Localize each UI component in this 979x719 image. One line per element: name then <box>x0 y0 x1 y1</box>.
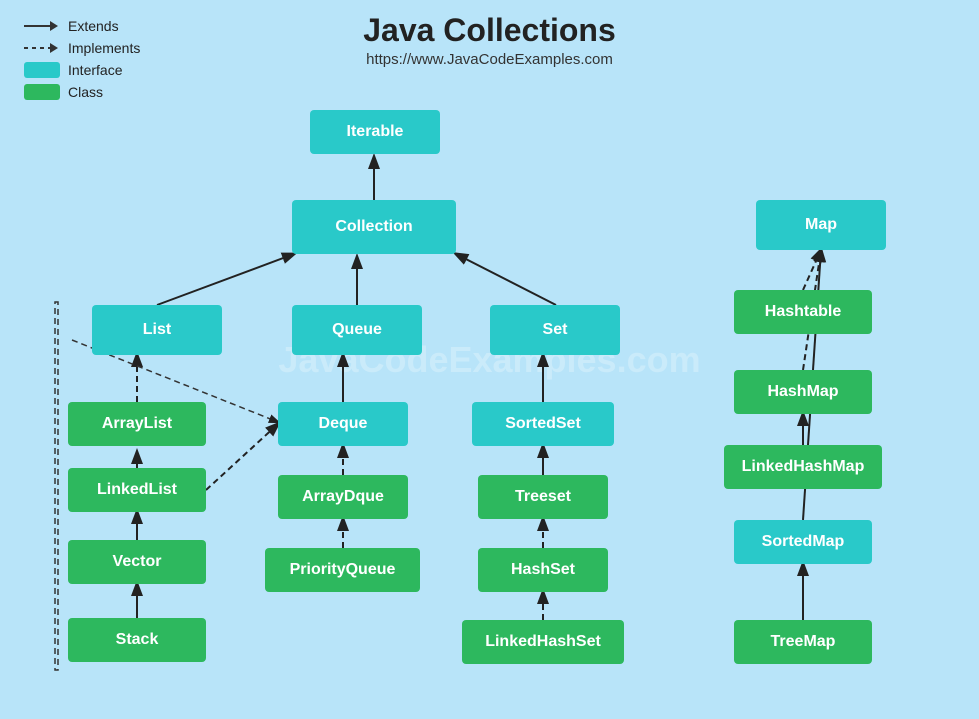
legend-extends: Extends <box>24 18 140 34</box>
node-treeset: Treeset <box>478 475 608 519</box>
node-stack-label: Stack <box>116 631 159 649</box>
node-hashtable-label: Hashtable <box>765 303 841 321</box>
page-subtitle: https://www.JavaCodeExamples.com <box>0 51 979 68</box>
interface-label: Interface <box>68 62 122 78</box>
node-iterable: Iterable <box>310 110 440 154</box>
node-vector-label: Vector <box>113 553 162 571</box>
node-map: Map <box>756 200 886 250</box>
node-deque-label: Deque <box>319 415 368 433</box>
legend: Extends Implements Interface Class <box>24 18 140 106</box>
node-linkedlist-label: LinkedList <box>97 481 177 499</box>
node-sortedset: SortedSet <box>472 402 614 446</box>
node-queue: Queue <box>292 305 422 355</box>
node-queue-label: Queue <box>332 321 382 339</box>
implements-icon <box>24 40 60 56</box>
legend-class: Class <box>24 84 140 100</box>
node-hashset-label: HashSet <box>511 561 575 579</box>
page-container: Extends Implements Interface Class Java … <box>0 0 979 719</box>
node-list-label: List <box>143 321 171 339</box>
interface-color-icon <box>24 62 60 78</box>
node-linkedlist: LinkedList <box>68 468 206 512</box>
node-list: List <box>92 305 222 355</box>
node-hashtable: Hashtable <box>734 290 872 334</box>
node-priorityqueue-label: PriorityQueue <box>290 561 396 579</box>
node-treemap-label: TreeMap <box>771 633 836 651</box>
node-arraydque-label: ArrayDque <box>302 488 384 506</box>
node-hashmap: HashMap <box>734 370 872 414</box>
node-deque: Deque <box>278 402 408 446</box>
node-arraylist: ArrayList <box>68 402 206 446</box>
implements-label: Implements <box>68 40 140 56</box>
legend-implements: Implements <box>24 40 140 56</box>
node-stack: Stack <box>68 618 206 662</box>
node-treemap: TreeMap <box>734 620 872 664</box>
header: Java Collections https://www.JavaCodeExa… <box>0 0 979 68</box>
node-linkedhashset-label: LinkedHashSet <box>485 633 601 651</box>
legend-interface: Interface <box>24 62 140 78</box>
node-sortedmap-label: SortedMap <box>762 533 845 551</box>
node-sortedmap: SortedMap <box>734 520 872 564</box>
node-treeset-label: Treeset <box>515 488 571 506</box>
node-linkedhashset: LinkedHashSet <box>462 620 624 664</box>
node-linkedhashmap-label: LinkedHashMap <box>742 458 865 476</box>
node-iterable-label: Iterable <box>347 123 404 141</box>
node-set-label: Set <box>543 321 568 339</box>
class-label: Class <box>68 84 103 100</box>
node-priorityqueue: PriorityQueue <box>265 548 420 592</box>
extends-label: Extends <box>68 18 119 34</box>
node-vector: Vector <box>68 540 206 584</box>
node-set: Set <box>490 305 620 355</box>
node-linkedhashmap: LinkedHashMap <box>724 445 882 489</box>
node-map-label: Map <box>805 216 837 234</box>
arrows-svg <box>0 0 979 719</box>
node-collection-label: Collection <box>335 218 412 236</box>
page-title: Java Collections <box>0 12 979 49</box>
node-hashset: HashSet <box>478 548 608 592</box>
node-arraylist-label: ArrayList <box>102 415 172 433</box>
extends-icon <box>24 18 60 34</box>
node-collection: Collection <box>292 200 456 254</box>
node-hashmap-label: HashMap <box>767 383 838 401</box>
node-arraydque: ArrayDque <box>278 475 408 519</box>
node-sortedset-label: SortedSet <box>505 415 581 433</box>
class-color-icon <box>24 84 60 100</box>
